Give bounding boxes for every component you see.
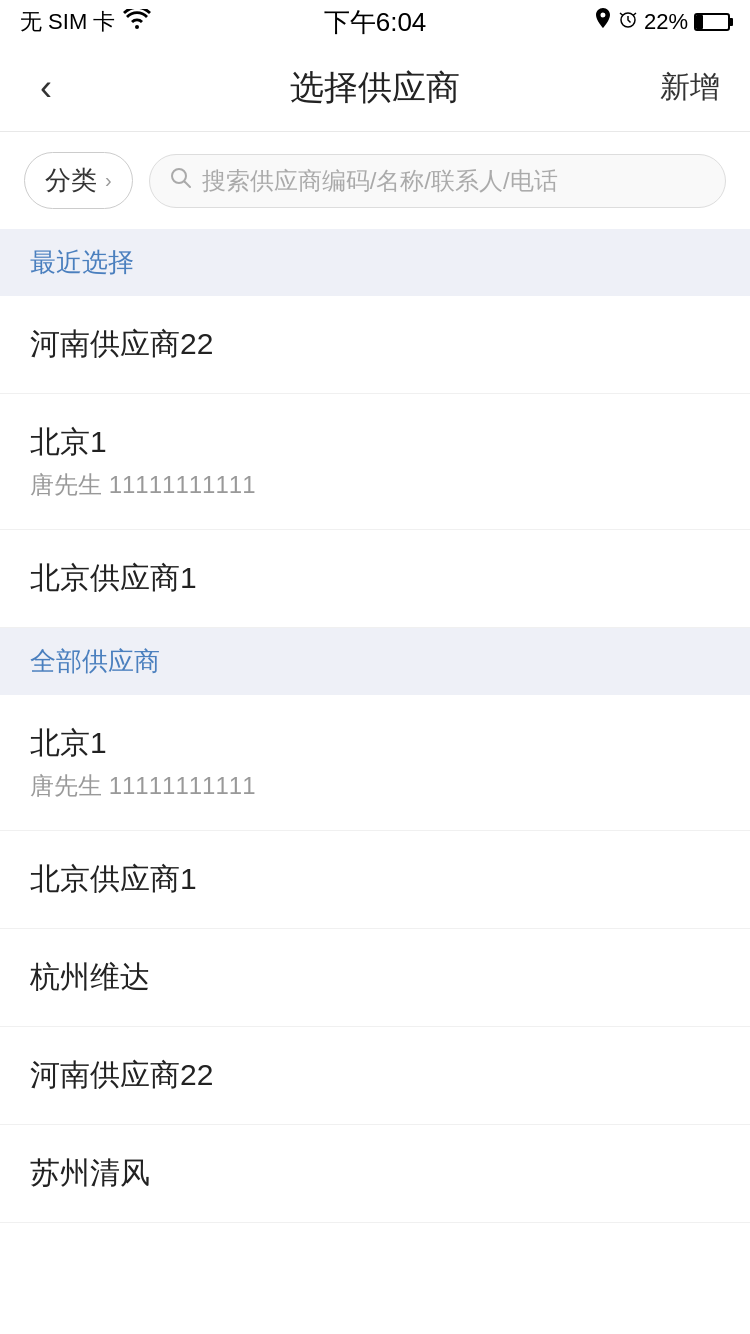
supplier-name: 杭州维达 [30, 957, 720, 998]
all-section-label: 全部供应商 [30, 646, 160, 676]
page-title: 选择供应商 [290, 65, 460, 111]
back-button[interactable]: ‹ [30, 57, 62, 119]
status-time: 下午6:04 [324, 5, 427, 40]
recent-section-label: 最近选择 [30, 247, 134, 277]
list-item[interactable]: 北京供应商1 [0, 831, 750, 929]
chevron-right-icon: › [105, 169, 112, 192]
recent-section-header: 最近选择 [0, 229, 750, 296]
supplier-name: 北京供应商1 [30, 558, 720, 599]
supplier-name: 河南供应商22 [30, 324, 720, 365]
supplier-name: 北京1 [30, 422, 720, 463]
alarm-icon [618, 9, 638, 35]
battery-icon [694, 13, 730, 31]
supplier-name: 苏州清风 [30, 1153, 720, 1194]
filter-bar: 分类 › 搜索供应商编码/名称/联系人/电话 [0, 132, 750, 229]
recent-items-list: 河南供应商22 北京1 唐先生 11111111111 北京供应商1 [0, 296, 750, 628]
all-items-list: 北京1 唐先生 11111111111 北京供应商1 杭州维达河南供应商22 苏州清风 [0, 695, 750, 1223]
list-item[interactable]: 北京1 唐先生 11111111111 [0, 394, 750, 530]
wifi-icon [123, 9, 151, 35]
list-item[interactable]: 杭州维达 [0, 929, 750, 1027]
status-bar: 无 SIM 卡 下午6:04 22% [0, 0, 750, 44]
category-label: 分类 [45, 163, 97, 198]
list-item[interactable]: 河南供应商22 [0, 1027, 750, 1125]
search-bar[interactable]: 搜索供应商编码/名称/联系人/电话 [149, 154, 726, 208]
supplier-name: 北京供应商1 [30, 859, 720, 900]
list-item[interactable]: 河南供应商22 [0, 296, 750, 394]
status-right: 22% [594, 8, 730, 36]
search-icon [170, 167, 192, 195]
supplier-contact: 唐先生 11111111111 [30, 770, 720, 802]
add-button[interactable]: 新增 [660, 67, 720, 108]
supplier-name: 河南供应商22 [30, 1055, 720, 1096]
no-sim-text: 无 SIM 卡 [20, 7, 115, 37]
all-section-header: 全部供应商 [0, 628, 750, 695]
search-placeholder: 搜索供应商编码/名称/联系人/电话 [202, 165, 558, 197]
status-left: 无 SIM 卡 [20, 7, 151, 37]
list-item[interactable]: 苏州清风 [0, 1125, 750, 1223]
svg-line-2 [184, 181, 190, 187]
list-item[interactable]: 北京1 唐先生 11111111111 [0, 695, 750, 831]
supplier-contact: 唐先生 11111111111 [30, 469, 720, 501]
battery-text: 22% [644, 9, 688, 35]
nav-bar: ‹ 选择供应商 新增 [0, 44, 750, 132]
category-filter-button[interactable]: 分类 › [24, 152, 133, 209]
supplier-name: 北京1 [30, 723, 720, 764]
location-icon [594, 8, 612, 36]
list-item[interactable]: 北京供应商1 [0, 530, 750, 628]
